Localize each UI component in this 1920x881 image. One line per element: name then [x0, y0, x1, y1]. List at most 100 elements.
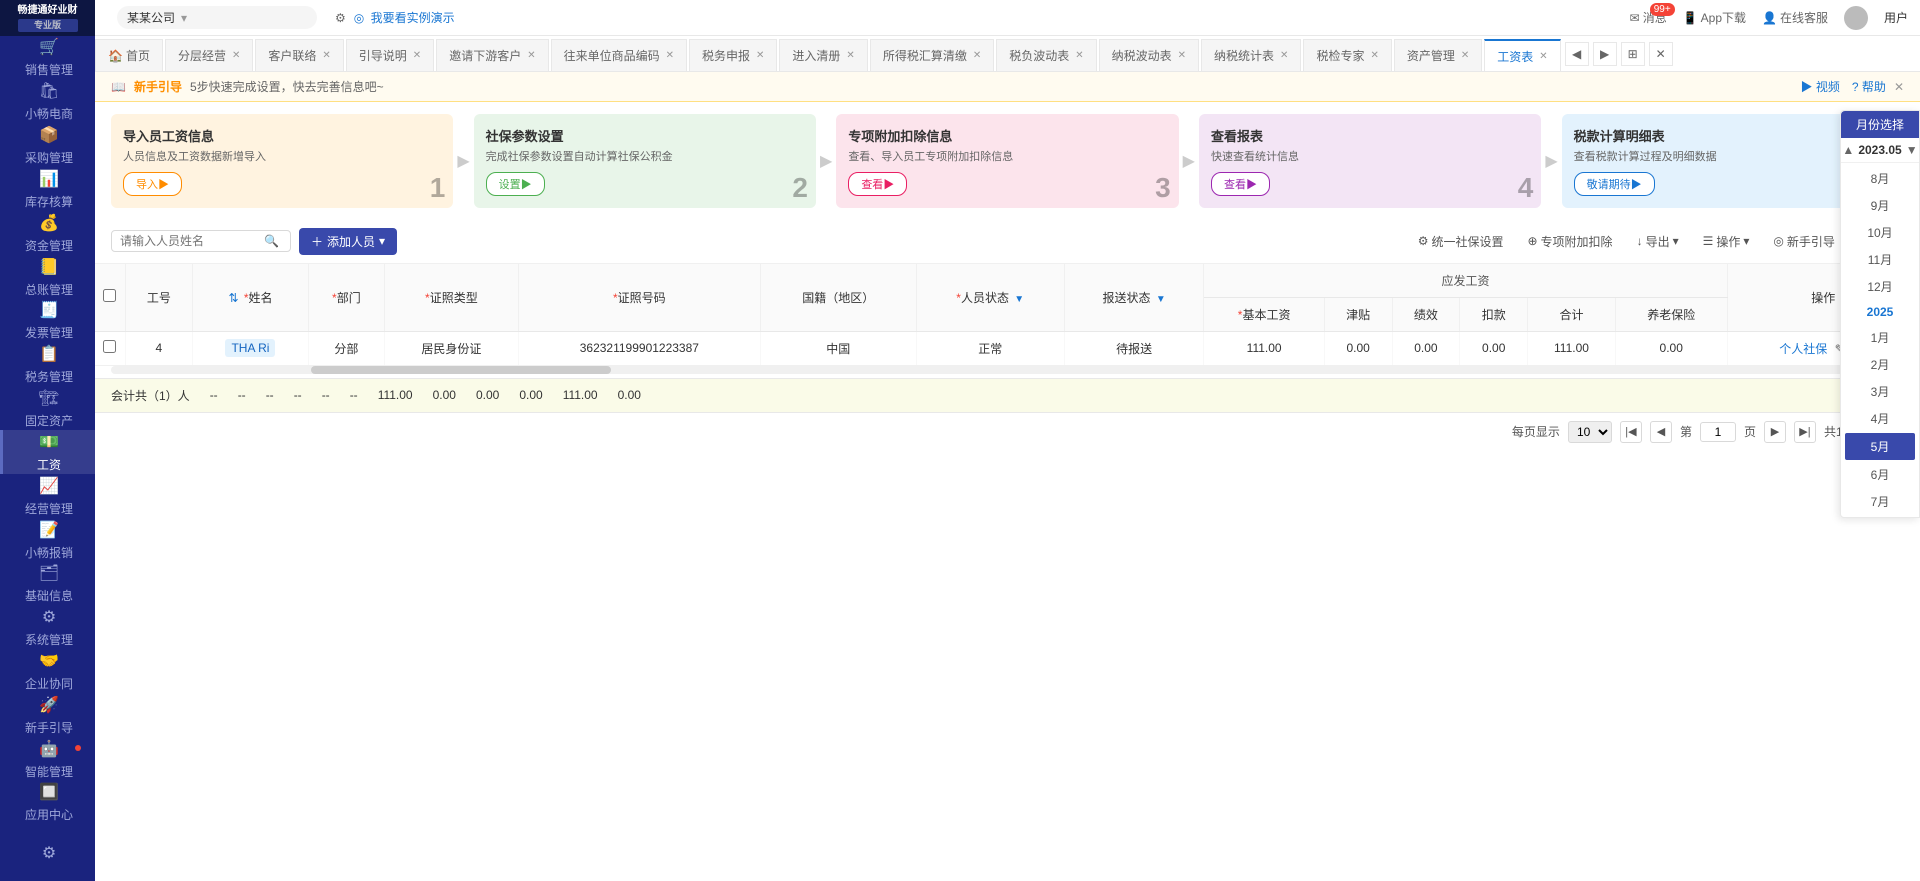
social-settings-button[interactable]: ⚙ 统一社保设置 — [1410, 229, 1512, 254]
tab-close-icon[interactable]: ✕ — [1370, 50, 1378, 61]
month-5[interactable]: 5月 — [1845, 433, 1915, 460]
step-2-button[interactable]: 设置▶ — [486, 172, 545, 196]
year-up-button[interactable]: ▲ — [1842, 142, 1854, 158]
tab-close-active-icon[interactable]: ✕ — [1539, 51, 1547, 62]
user-avatar[interactable] — [1844, 6, 1868, 30]
sidebar-item-salary[interactable]: 💵 工资 — [0, 430, 95, 474]
prev-page-button[interactable]: ◀ — [1650, 421, 1672, 443]
search-wrap[interactable]: 🔍 — [111, 230, 291, 252]
tab-close-icon[interactable]: ✕ — [846, 50, 854, 61]
tab-tax-waive[interactable]: 税负波动表 ✕ — [996, 39, 1096, 71]
select-all-checkbox[interactable] — [103, 289, 116, 302]
tab-close-icon[interactable]: ✕ — [1461, 50, 1469, 61]
sidebar-item-invoice[interactable]: 🧾 发票管理 — [0, 299, 95, 343]
status-filter-icon[interactable]: ▼ — [1014, 294, 1024, 305]
tab-close-icon[interactable]: ✕ — [1280, 50, 1288, 61]
sidebar-item-settings[interactable]: ⚙ — [0, 825, 95, 881]
page-size-select[interactable]: 10 20 50 — [1568, 421, 1612, 443]
page-input[interactable] — [1700, 422, 1736, 442]
sidebar-item-report[interactable]: 📝 小畅报销 — [0, 518, 95, 562]
tab-goods-code[interactable]: 往来单位商品编码 ✕ — [551, 39, 687, 71]
personal-social-link[interactable]: 个人社保 — [1779, 342, 1827, 356]
report-filter-icon[interactable]: ▼ — [1156, 294, 1166, 305]
tab-close-icon[interactable]: ✕ — [973, 50, 981, 61]
tab-close-icon[interactable]: ✕ — [232, 50, 240, 61]
message-button[interactable]: ✉ 消息 99+ — [1630, 9, 1667, 26]
sidebar-item-operation[interactable]: 📈 经营管理 — [0, 474, 95, 518]
month-6[interactable]: 6月 — [1841, 461, 1919, 488]
month-9[interactable]: 9月 — [1841, 192, 1919, 219]
tab-segment[interactable]: 分层经营 ✕ — [165, 39, 253, 71]
last-page-button[interactable]: ▶| — [1794, 421, 1816, 443]
year-down-button[interactable]: ▼ — [1906, 142, 1918, 158]
newbie-guide-button[interactable]: ◎ 新手引导 — [1765, 229, 1843, 254]
sidebar-item-ecommerce[interactable]: 🛍 小畅电商 — [0, 80, 95, 124]
tab-close-icon[interactable]: ✕ — [413, 50, 421, 61]
month-7[interactable]: 7月 — [1841, 488, 1919, 515]
step-5-button[interactable]: 敬请期待▶ — [1574, 172, 1655, 196]
sidebar-item-fixed-asset[interactable]: 🏗 固定资产 — [0, 387, 95, 431]
sidebar-item-ledger[interactable]: 📒 总账管理 — [0, 255, 95, 299]
month-1[interactable]: 1月 — [1841, 324, 1919, 351]
tab-clearing[interactable]: 进入清册 ✕ — [779, 39, 867, 71]
month-8[interactable]: 8月 — [1841, 165, 1919, 192]
sidebar-item-system[interactable]: ⚙ 系统管理 — [0, 606, 95, 650]
tab-close-icon[interactable]: ✕ — [666, 50, 674, 61]
first-page-button[interactable]: |◀ — [1620, 421, 1642, 443]
app-download-button[interactable]: 📱 App下载 — [1683, 9, 1746, 26]
tab-asset-mgr[interactable]: 资产管理 ✕ — [1394, 39, 1482, 71]
tab-tax-expert[interactable]: 税检专家 ✕ — [1303, 39, 1391, 71]
tab-close-icon[interactable]: ✕ — [322, 50, 330, 61]
tab-close-icon[interactable]: ✕ — [1178, 50, 1186, 61]
export-button[interactable]: ↓ 导出 ▾ — [1629, 229, 1687, 254]
tab-home[interactable]: 🏠 首页 — [95, 39, 163, 71]
guide-help-button[interactable]: ? 帮助 — [1852, 78, 1886, 95]
sidebar-item-inventory[interactable]: 📊 库存核算 — [0, 167, 95, 211]
sidebar-item-starter[interactable]: 🚀 新手引导 — [0, 693, 95, 737]
sort-icon[interactable]: ⇅ — [228, 291, 238, 305]
row-checkbox-cell[interactable] — [95, 331, 125, 365]
sidebar-item-sales[interactable]: 🛒 销售管理 — [0, 36, 95, 80]
month-3[interactable]: 3月 — [1841, 378, 1919, 405]
tab-guide[interactable]: 引导说明 ✕ — [346, 39, 434, 71]
tab-close-icon[interactable]: ✕ — [1075, 50, 1083, 61]
month-2[interactable]: 2月 — [1841, 351, 1919, 378]
month-10[interactable]: 10月 — [1841, 219, 1919, 246]
step-1-button[interactable]: 导入▶ — [123, 172, 182, 196]
operate-button[interactable]: ☰ 操作 ▾ — [1695, 229, 1758, 254]
step-3-button[interactable]: 查看▶ — [848, 172, 907, 196]
sidebar-item-tax[interactable]: 📋 税务管理 — [0, 343, 95, 387]
demo-link[interactable]: ◎ 我要看实例演示 — [354, 9, 455, 26]
tab-tax-report[interactable]: 税务申报 ✕ — [689, 39, 777, 71]
tab-close-icon[interactable]: ✕ — [527, 50, 535, 61]
company-selector[interactable]: 某某公司 ▾ — [117, 6, 317, 29]
tab-crm[interactable]: 客户联络 ✕ — [255, 39, 343, 71]
add-person-button[interactable]: ＋ 添加人员 ▾ — [299, 228, 397, 255]
tab-salary[interactable]: 工资表 ✕ — [1484, 39, 1560, 71]
tab-close-all-button[interactable]: ✕ — [1649, 42, 1673, 66]
horizontal-scrollbar[interactable] — [111, 366, 1904, 374]
tab-tax-calc[interactable]: 所得税汇算清缴 ✕ — [870, 39, 994, 71]
row-checkbox[interactable] — [103, 340, 116, 353]
sidebar-item-app-center[interactable]: 🔲 应用中心 — [0, 781, 95, 825]
guide-video-button[interactable]: ▶ 视频 — [1801, 78, 1840, 95]
month-4[interactable]: 4月 — [1841, 405, 1919, 432]
sidebar-item-purchase[interactable]: 📦 采购管理 — [0, 124, 95, 168]
settings-icon[interactable]: ⚙ — [335, 11, 346, 25]
tab-invite[interactable]: 邀请下游客户 ✕ — [436, 39, 548, 71]
search-input[interactable] — [120, 234, 260, 248]
sidebar-item-capital[interactable]: 💰 资金管理 — [0, 211, 95, 255]
tab-tax-stat[interactable]: 纳税统计表 ✕ — [1201, 39, 1301, 71]
guide-close-button[interactable]: ✕ — [1894, 80, 1904, 94]
sidebar-item-smart[interactable]: 🤖 智能管理 — [0, 737, 95, 781]
search-icon[interactable]: 🔍 — [264, 234, 279, 248]
select-all-header[interactable] — [95, 264, 125, 332]
tab-close-icon[interactable]: ✕ — [756, 50, 764, 61]
month-12[interactable]: 12月 — [1841, 273, 1919, 300]
special-deduct-button[interactable]: ⊕ 专项附加扣除 — [1519, 229, 1620, 254]
scrollbar-thumb[interactable] — [311, 366, 611, 374]
tab-menu-button[interactable]: ⊞ — [1621, 42, 1645, 66]
tab-tax-stat2[interactable]: 纳税波动表 ✕ — [1099, 39, 1199, 71]
month-11[interactable]: 11月 — [1841, 246, 1919, 273]
tab-next-button[interactable]: ▶ — [1593, 42, 1617, 66]
